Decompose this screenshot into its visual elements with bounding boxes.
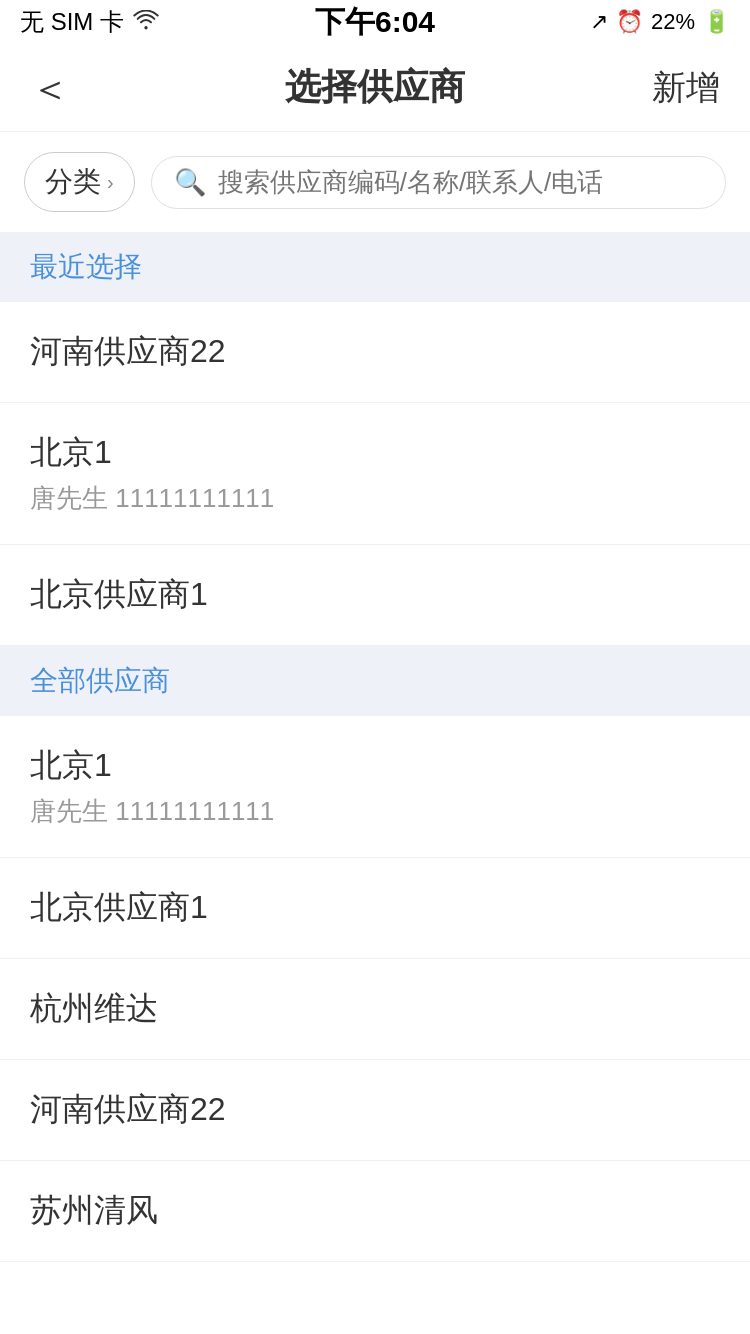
list-item[interactable]: 北京供应商1 [0,545,750,646]
item-name: 北京1 [30,431,720,475]
status-left: 无 SIM 卡 [20,6,160,38]
wifi-icon [132,8,160,36]
all-suppliers-label: 全部供应商 [30,665,170,696]
location-icon: ↗ [590,9,608,35]
item-name: 北京供应商1 [30,886,720,930]
sim-label: 无 SIM 卡 [20,6,124,38]
item-name: 杭州维达 [30,987,720,1031]
status-bar: 无 SIM 卡 下午6:04 ↗ ⏰ 22% 🔋 [0,0,750,44]
list-item[interactable]: 北京1 唐先生 11111111111 [0,403,750,545]
all-list: 北京1 唐先生 11111111111 北京供应商1 杭州维达 河南供应商22 … [0,716,750,1262]
add-button[interactable]: 新增 [652,65,720,111]
search-box: 🔍 [151,156,726,209]
category-label: 分类 [45,163,101,201]
status-right: ↗ ⏰ 22% 🔋 [590,9,730,35]
search-input[interactable] [218,167,703,198]
all-section-header: 全部供应商 [0,646,750,716]
list-item[interactable]: 北京供应商1 [0,858,750,959]
alarm-icon: ⏰ [616,9,643,35]
item-name: 河南供应商22 [30,1088,720,1132]
list-item[interactable]: 苏州清风 [0,1161,750,1262]
list-item[interactable]: 北京1 唐先生 11111111111 [0,716,750,858]
recent-label: 最近选择 [30,251,142,282]
page-title: 选择供应商 [285,63,465,112]
list-item[interactable]: 河南供应商22 [0,302,750,403]
recent-section-header: 最近选择 [0,232,750,302]
item-name: 北京1 [30,744,720,788]
chevron-right-icon: › [107,171,114,194]
item-name: 北京供应商1 [30,573,720,617]
recent-list: 河南供应商22 北京1 唐先生 11111111111 北京供应商1 [0,302,750,646]
category-button[interactable]: 分类 › [24,152,135,212]
nav-bar: ＜ 选择供应商 新增 [0,44,750,132]
list-item[interactable]: 杭州维达 [0,959,750,1060]
item-name: 河南供应商22 [30,330,720,374]
filter-bar: 分类 › 🔍 [0,132,750,232]
battery-icon: 🔋 [703,9,730,35]
back-button[interactable]: ＜ [30,68,70,108]
item-name: 苏州清风 [30,1189,720,1233]
item-sub: 唐先生 11111111111 [30,481,720,516]
status-time: 下午6:04 [315,2,435,43]
battery-level: 22% [651,9,695,35]
item-sub: 唐先生 11111111111 [30,794,720,829]
list-item[interactable]: 河南供应商22 [0,1060,750,1161]
search-icon: 🔍 [174,167,206,198]
